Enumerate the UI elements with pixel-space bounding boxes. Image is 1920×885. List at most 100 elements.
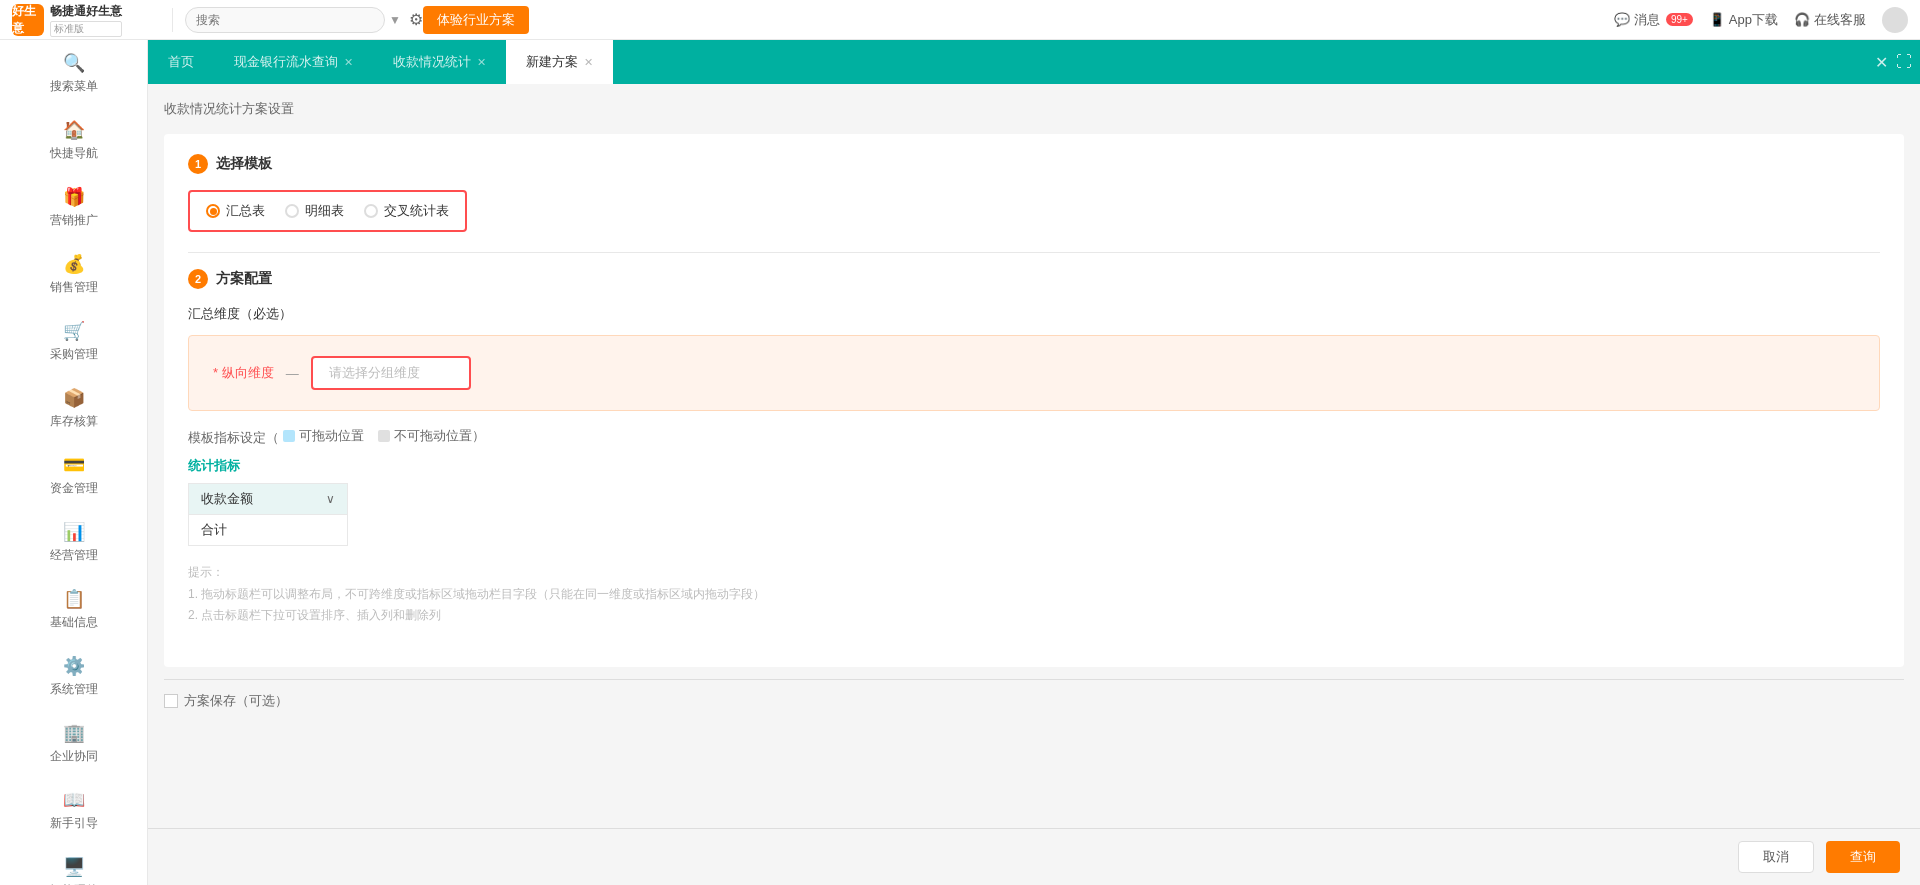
radio-summary[interactable]: 汇总表 bbox=[206, 202, 265, 220]
sidebar-item-label: 销售管理 bbox=[50, 279, 98, 296]
section1-title: 选择模板 bbox=[216, 155, 272, 173]
radio-detail-circle bbox=[285, 204, 299, 218]
sidebar-item-finance[interactable]: 💳 资金管理 bbox=[0, 442, 147, 509]
section2-header: 2 方案配置 bbox=[188, 269, 1880, 289]
message-badge: 99+ bbox=[1666, 13, 1693, 26]
tab-maximize-btn[interactable]: ⛶ bbox=[1896, 53, 1912, 71]
sidebar-item-label: 资金管理 bbox=[50, 480, 98, 497]
tips-line2: 2. 点击标题栏下拉可设置排序、插入列和删除列 bbox=[188, 605, 1880, 627]
tab-bar: 首页 现金银行流水查询 ✕ 收款情况统计 ✕ 新建方案 ✕ ✕ ⛶ bbox=[148, 40, 1920, 84]
footer-section: 方案保存（可选） bbox=[164, 679, 1904, 722]
tab-bar-actions: ✕ ⛶ bbox=[1875, 53, 1920, 72]
page-title: 收款情况统计方案设置 bbox=[164, 100, 1904, 118]
section-scheme: 2 方案配置 汇总维度（必选） * 纵向维度 — 请选择分组维度 bbox=[188, 269, 1880, 627]
tab-home-label: 首页 bbox=[168, 53, 194, 71]
sidebar-item-label: 企业协同 bbox=[50, 748, 98, 765]
finance-icon: 💳 bbox=[63, 454, 85, 476]
radio-crosstab-label: 交叉统计表 bbox=[384, 202, 449, 220]
sales-icon: 💰 bbox=[63, 253, 85, 275]
no-drag-indicator-gray bbox=[378, 430, 390, 442]
sidebar-item-smart-hardware[interactable]: 🖥️ 智能硬件 bbox=[0, 844, 147, 885]
metrics-config-header: 模板指标设定（ 可拖动位置 不可拖动位置） bbox=[188, 427, 1880, 447]
tab-home[interactable]: 首页 bbox=[148, 40, 214, 84]
tab-cash-bank[interactable]: 现金银行流水查询 ✕ bbox=[214, 40, 373, 84]
section1-header: 1 选择模板 bbox=[188, 154, 1880, 174]
sidebar-item-quick-nav[interactable]: 🏠 快捷导航 bbox=[0, 107, 147, 174]
support-icon: 🎧 bbox=[1794, 12, 1810, 27]
summary-dimension-title: 汇总维度（必选） bbox=[188, 305, 1880, 323]
summary-dimension-section: 汇总维度（必选） * 纵向维度 — 请选择分组维度 bbox=[188, 305, 1880, 411]
tab-new-plan-label: 新建方案 bbox=[526, 53, 578, 71]
save-checkbox[interactable]: 方案保存（可选） bbox=[164, 692, 288, 710]
sidebar: 🔍 搜索菜单 🏠 快捷导航 🎁 营销推广 💰 销售管理 🛒 采购管理 📦 库存核… bbox=[0, 40, 148, 885]
dimension-arrow: — bbox=[286, 366, 299, 381]
header-actions: 💬 消息 99+ 📱 App下载 🎧 在线客服 bbox=[1614, 7, 1908, 33]
marketing-icon: 🎁 bbox=[63, 186, 85, 208]
query-button[interactable]: 查询 bbox=[1826, 841, 1900, 873]
support-action[interactable]: 🎧 在线客服 bbox=[1794, 11, 1866, 29]
metrics-label: 统计指标 bbox=[188, 457, 1880, 475]
radio-detail-label: 明细表 bbox=[305, 202, 344, 220]
sidebar-item-sales[interactable]: 💰 销售管理 bbox=[0, 241, 147, 308]
divider1 bbox=[188, 252, 1880, 253]
section-template: 1 选择模板 汇总表 明细表 bbox=[188, 154, 1880, 232]
logo-area: 好生意 畅捷通好生意 标准版 bbox=[12, 3, 160, 37]
sidebar-item-label: 经营管理 bbox=[50, 547, 98, 564]
dimension-placeholder: 请选择分组维度 bbox=[329, 365, 420, 380]
search-input[interactable] bbox=[185, 7, 385, 33]
system-icon: ⚙️ bbox=[63, 655, 85, 677]
tab-collection-stats[interactable]: 收款情况统计 ✕ bbox=[373, 40, 506, 84]
sidebar-item-label: 库存核算 bbox=[50, 413, 98, 430]
metrics-table-header[interactable]: 收款金额 ∨ bbox=[189, 484, 347, 515]
tab-new-plan-close[interactable]: ✕ bbox=[584, 56, 593, 69]
sidebar-item-label: 新手引导 bbox=[50, 815, 98, 832]
radio-detail[interactable]: 明细表 bbox=[285, 202, 344, 220]
metrics-table: 收款金额 ∨ 合计 bbox=[188, 483, 348, 546]
dimension-row-label: * 纵向维度 bbox=[213, 364, 274, 382]
sidebar-item-basic-info[interactable]: 📋 基础信息 bbox=[0, 576, 147, 643]
sidebar-item-label: 采购管理 bbox=[50, 346, 98, 363]
radio-crosstab[interactable]: 交叉统计表 bbox=[364, 202, 449, 220]
form-card: 1 选择模板 汇总表 明细表 bbox=[164, 134, 1904, 667]
dimension-selector[interactable]: 请选择分组维度 bbox=[311, 356, 471, 390]
top-bar: 好生意 畅捷通好生意 标准版 ▼ ⚙ 体验行业方案 💬 消息 99+ 📱 App… bbox=[0, 0, 1920, 40]
page-content: 收款情况统计方案设置 1 选择模板 汇总表 bbox=[148, 84, 1920, 828]
purchase-icon: 🛒 bbox=[63, 320, 85, 342]
trial-button[interactable]: 体验行业方案 bbox=[423, 6, 529, 34]
download-icon: 📱 bbox=[1709, 12, 1725, 27]
operations-icon: 📊 bbox=[63, 521, 85, 543]
sidebar-item-marketing[interactable]: 🎁 营销推广 bbox=[0, 174, 147, 241]
enterprise-icon: 🏢 bbox=[63, 722, 85, 744]
dimension-area: * 纵向维度 — 请选择分组维度 bbox=[188, 335, 1880, 411]
version-badge: 标准版 bbox=[50, 21, 122, 37]
save-checkbox-input[interactable] bbox=[164, 694, 178, 708]
tab-collection-stats-label: 收款情况统计 bbox=[393, 53, 471, 71]
sidebar-item-search-menu[interactable]: 🔍 搜索菜单 bbox=[0, 40, 147, 107]
avatar[interactable] bbox=[1882, 7, 1908, 33]
tab-new-plan[interactable]: 新建方案 ✕ bbox=[506, 40, 613, 84]
section2-number: 2 bbox=[188, 269, 208, 289]
home-icon: 🏠 bbox=[63, 119, 85, 141]
tab-collection-stats-close[interactable]: ✕ bbox=[477, 56, 486, 69]
basic-info-icon: 📋 bbox=[63, 588, 85, 610]
sidebar-item-enterprise[interactable]: 🏢 企业协同 bbox=[0, 710, 147, 777]
sidebar-item-operations[interactable]: 📊 经营管理 bbox=[0, 509, 147, 576]
sidebar-item-label: 搜索菜单 bbox=[50, 78, 98, 95]
sidebar-item-guide[interactable]: 📖 新手引导 bbox=[0, 777, 147, 844]
metrics-chevron-icon[interactable]: ∨ bbox=[326, 492, 335, 506]
download-action[interactable]: 📱 App下载 bbox=[1709, 11, 1778, 29]
settings-icon[interactable]: ⚙ bbox=[409, 10, 423, 29]
tips-line1: 1. 拖动标题栏可以调整布局，不可跨维度或指标区域拖动栏目字段（只能在同一维度或… bbox=[188, 584, 1880, 606]
messages-action[interactable]: 💬 消息 99+ bbox=[1614, 11, 1693, 29]
sidebar-item-label: 快捷导航 bbox=[50, 145, 98, 162]
sidebar-item-inventory[interactable]: 📦 库存核算 bbox=[0, 375, 147, 442]
sidebar-item-label: 系统管理 bbox=[50, 681, 98, 698]
dropdown-icon[interactable]: ▼ bbox=[389, 13, 401, 27]
section2-title: 方案配置 bbox=[216, 270, 272, 288]
guide-icon: 📖 bbox=[63, 789, 85, 811]
tab-close-all-btn[interactable]: ✕ bbox=[1875, 53, 1888, 72]
tab-cash-bank-close[interactable]: ✕ bbox=[344, 56, 353, 69]
cancel-button[interactable]: 取消 bbox=[1738, 841, 1814, 873]
sidebar-item-system[interactable]: ⚙️ 系统管理 bbox=[0, 643, 147, 710]
sidebar-item-purchase[interactable]: 🛒 采购管理 bbox=[0, 308, 147, 375]
